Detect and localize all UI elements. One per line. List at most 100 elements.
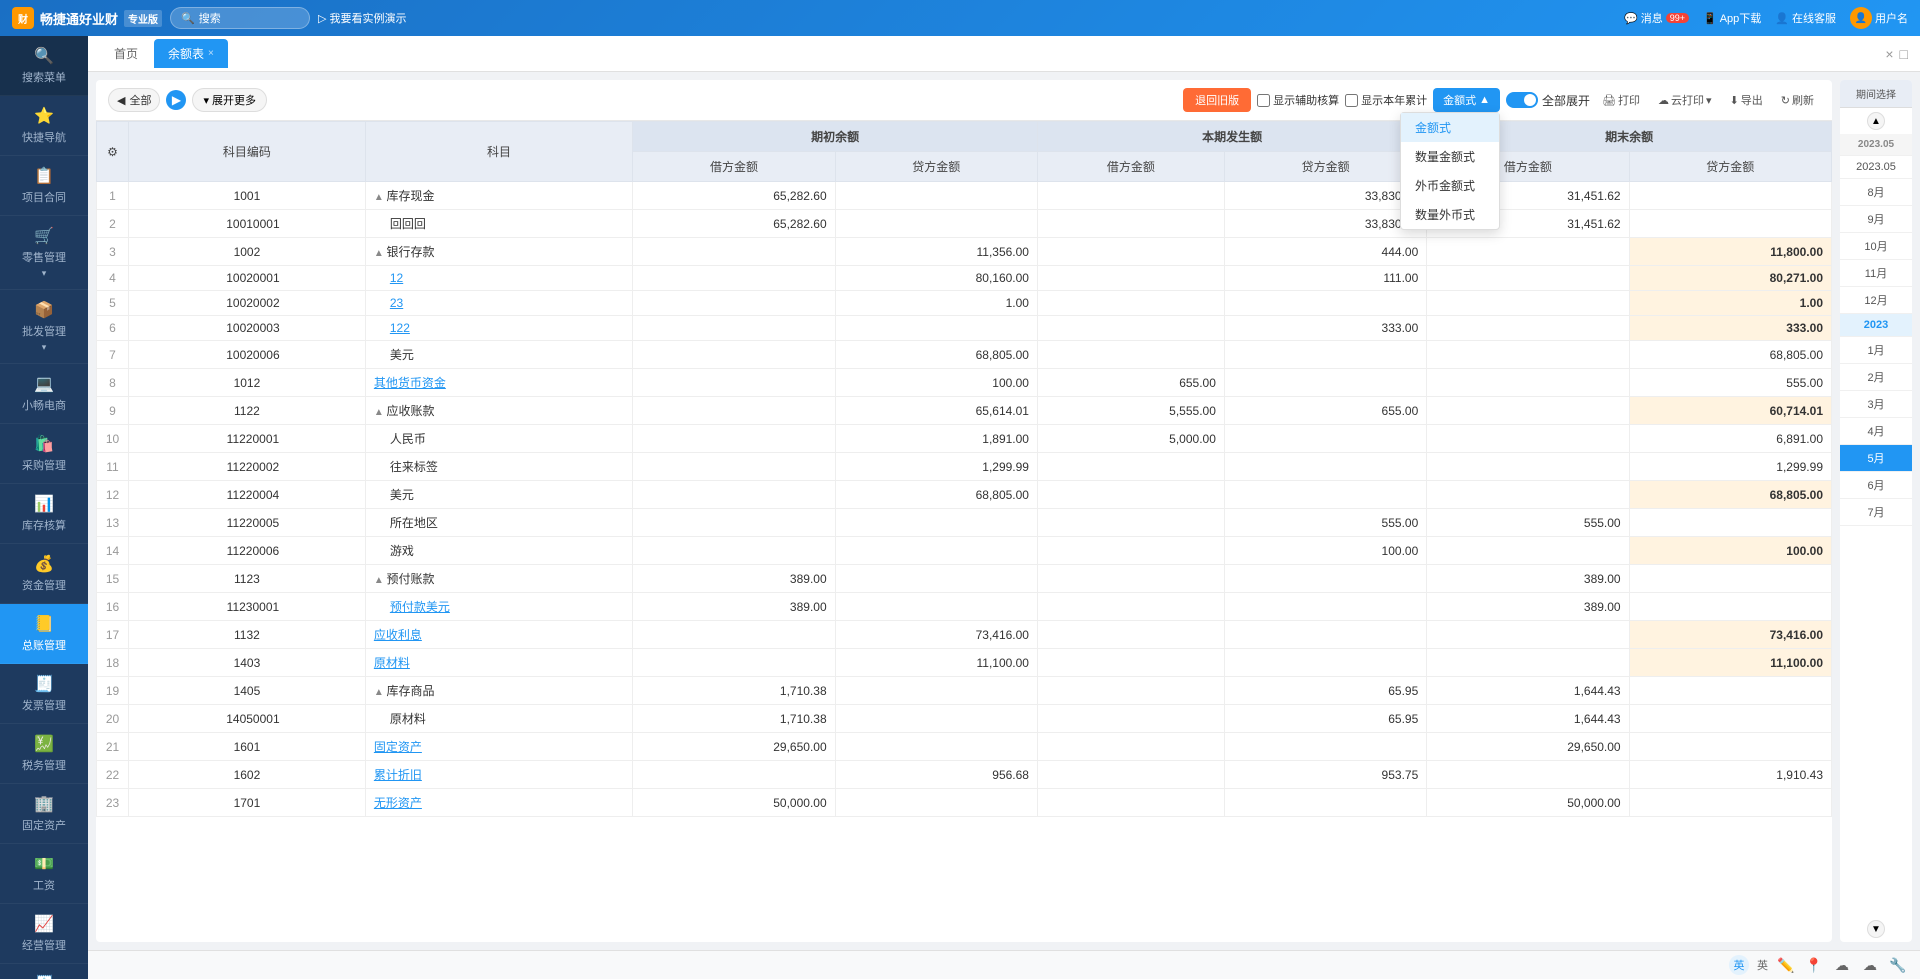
date-item[interactable]: 7月 — [1840, 499, 1912, 526]
row-subject-cell[interactable]: 23 — [365, 291, 632, 316]
sidebar-item-retail-label: 零售管理 — [22, 249, 66, 265]
sidebar-item-operations[interactable]: 📈 经营管理 — [0, 904, 88, 964]
row-value-cell — [1427, 316, 1629, 341]
row-subject-cell[interactable]: 累计折旧 — [365, 761, 632, 789]
col-settings[interactable]: ⚙ — [97, 122, 129, 182]
sidebar-item-expense[interactable]: 🧾 小畅报销 — [0, 964, 88, 979]
date-item[interactable]: 2023 — [1840, 314, 1912, 337]
view-mode-option-amount[interactable]: 金额式 — [1401, 113, 1499, 142]
sidebar-item-assets-label: 固定资产 — [22, 817, 66, 833]
view-mode-option-qty-foreign[interactable]: 数量外币式 — [1401, 200, 1499, 229]
sidebar-item-invoice[interactable]: 🧾 发票管理 — [0, 664, 88, 724]
back-old-version-btn[interactable]: 退回旧版 — [1183, 88, 1251, 112]
tab-close-icon[interactable]: × — [208, 48, 214, 59]
sidebar-quick-nav[interactable]: ⭐ 快捷导航 — [0, 96, 88, 156]
username-label: 用户名 — [1875, 10, 1908, 26]
assist-checkbox-input[interactable] — [1257, 94, 1270, 107]
date-item[interactable]: 10月 — [1840, 233, 1912, 260]
row-value-cell: 1.00 — [1629, 291, 1831, 316]
sidebar-item-wholesale[interactable]: 📦 批发管理 ▾ — [0, 290, 88, 364]
view-mode-option-foreign-amount[interactable]: 外币金额式 — [1401, 171, 1499, 200]
view-mode-btn[interactable]: 金额式 ▲ — [1433, 88, 1500, 112]
date-item[interactable]: 8月 — [1840, 179, 1912, 206]
row-value-cell: 5,555.00 — [1037, 397, 1224, 425]
tab-balance[interactable]: 余额表 × — [154, 39, 228, 68]
row-subject-cell[interactable]: 固定资产 — [365, 733, 632, 761]
ytd-checkbox-input[interactable] — [1345, 94, 1358, 107]
sidebar-item-payroll[interactable]: 💵 工资 — [0, 844, 88, 904]
row-num-cell: 1 — [97, 182, 129, 210]
date-item[interactable]: 4月 — [1840, 418, 1912, 445]
date-item[interactable]: 1月 — [1840, 337, 1912, 364]
cloud-print-btn[interactable]: ☁ 云打印 ▾ — [1652, 88, 1718, 112]
breadcrumb[interactable]: ◀ 全部 — [108, 88, 160, 112]
online-service-btn[interactable]: 👤 在线客服 — [1775, 10, 1836, 26]
sidebar-item-purchase[interactable]: 🛍️ 采购管理 — [0, 424, 88, 484]
tab-close-window[interactable]: × — [1885, 46, 1893, 62]
row-subject-cell[interactable]: 原材料 — [365, 649, 632, 677]
quick-nav-icon: ⭐ — [34, 106, 54, 126]
date-nav-up[interactable]: ▲ — [1840, 108, 1912, 134]
date-item[interactable]: 5月 — [1840, 445, 1912, 472]
row-subject-cell[interactable]: 其他货币资金 — [365, 369, 632, 397]
sidebar-item-assets[interactable]: 🏢 固定资产 — [0, 784, 88, 844]
sidebar-item-retail[interactable]: 🛒 零售管理 ▾ — [0, 216, 88, 290]
date-item[interactable]: 2月 — [1840, 364, 1912, 391]
pin-icon[interactable]: 📍 — [1804, 955, 1824, 975]
date-item[interactable]: 11月 — [1840, 260, 1912, 287]
col-opening-debit: 借方金额 — [633, 152, 835, 182]
show-ytd-checkbox[interactable]: 显示本年累计 — [1345, 92, 1427, 108]
date-item[interactable]: 2023.05 — [1840, 156, 1912, 179]
sidebar-item-ledger[interactable]: 📒 总账管理 — [0, 604, 88, 664]
nav-forward-btn[interactable]: ▶ — [166, 90, 186, 110]
row-subject-cell[interactable]: 122 — [365, 316, 632, 341]
row-subject-cell[interactable]: 12 — [365, 266, 632, 291]
cloud-icon-1[interactable]: ☁ — [1832, 955, 1852, 975]
expand-toggle[interactable]: 全部展开 — [1506, 92, 1590, 109]
row-value-cell: 73,416.00 — [835, 621, 1037, 649]
sidebar-item-ecommerce[interactable]: 💻 小畅电商 — [0, 364, 88, 424]
row-subject-cell[interactable]: 无形资产 — [365, 789, 632, 817]
row-value-cell: 389.00 — [633, 565, 835, 593]
date-item[interactable]: 6月 — [1840, 472, 1912, 499]
show-assist-checkbox[interactable]: 显示辅助核算 — [1257, 92, 1339, 108]
sidebar-item-funds[interactable]: 💰 资金管理 — [0, 544, 88, 604]
tab-minimize-window[interactable]: □ — [1900, 46, 1908, 62]
date-nav-down-btn[interactable]: ▼ — [1867, 920, 1885, 938]
sidebar-item-project[interactable]: 📋 项目合同 — [0, 156, 88, 216]
row-subject-cell[interactable]: 预付款美元 — [365, 593, 632, 621]
sidebar-item-tax[interactable]: 💹 税务管理 — [0, 724, 88, 784]
view-mode-option-qty-amount[interactable]: 数量金额式 — [1401, 142, 1499, 171]
user-btn[interactable]: 👤 用户名 — [1850, 7, 1908, 29]
print-btn[interactable]: 🖨 打印 — [1596, 88, 1646, 112]
date-item[interactable]: 9月 — [1840, 206, 1912, 233]
expand-switch[interactable] — [1506, 92, 1538, 108]
date-nav-up-btn[interactable]: ▲ — [1867, 112, 1885, 130]
message-btn[interactable]: 💬 消息 99+ — [1624, 10, 1689, 26]
search-bar[interactable]: 🔍 搜索 — [170, 7, 310, 29]
expand-btn[interactable]: ▾ 展开更多 — [192, 88, 267, 112]
row-value-cell — [835, 509, 1037, 537]
settings-bottom-icon[interactable]: 🔧 — [1888, 955, 1908, 975]
download-icon: 📱 — [1703, 12, 1717, 25]
date-item[interactable]: 12月 — [1840, 287, 1912, 314]
date-item[interactable]: 3月 — [1840, 391, 1912, 418]
sidebar-search[interactable]: 🔍 搜索菜单 — [0, 36, 88, 96]
edit-icon[interactable]: ✏️ — [1776, 955, 1796, 975]
table-row: 211601固定资产29,650.0029,650.00 — [97, 733, 1832, 761]
row-subject-cell[interactable]: 应收利息 — [365, 621, 632, 649]
demo-btn[interactable]: ▷ 我要看实例演示 — [318, 10, 406, 26]
row-value-cell: 11,800.00 — [1629, 238, 1831, 266]
date-item[interactable]: 2023.05 — [1840, 134, 1912, 156]
lang-switch-btn[interactable]: 英 — [1729, 955, 1749, 975]
refresh-btn[interactable]: ↻ 刷新 — [1775, 88, 1820, 112]
tab-home[interactable]: 首页 — [100, 39, 152, 68]
app-download-btn[interactable]: 📱 App下载 — [1703, 10, 1761, 26]
content-area: ◀ 全部 ▶ ▾ 展开更多 退回旧版 显示辅助核算 — [88, 72, 1920, 950]
date-nav-down[interactable]: ▼ — [1840, 916, 1912, 942]
sidebar-item-inventory[interactable]: 📊 库存核算 — [0, 484, 88, 544]
export-btn[interactable]: ⬇ 导出 — [1724, 88, 1769, 112]
cloud-icon-2[interactable]: ☁ — [1860, 955, 1880, 975]
row-value-cell: 444.00 — [1224, 238, 1426, 266]
row-value-cell — [633, 291, 835, 316]
